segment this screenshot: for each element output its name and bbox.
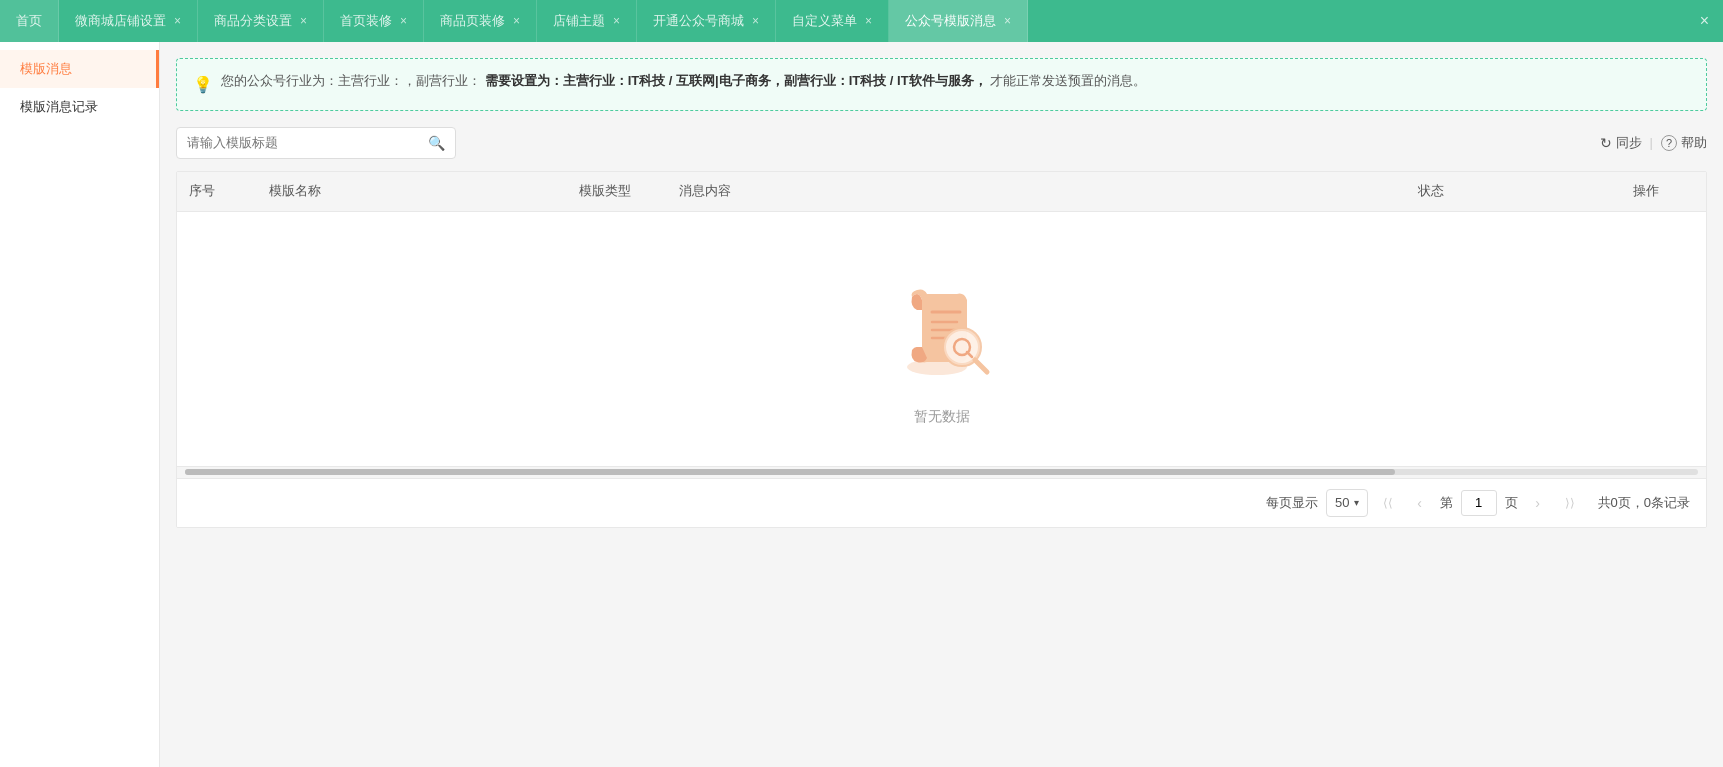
- page-size-value: 50: [1335, 495, 1349, 510]
- last-page-button[interactable]: ⟩⟩: [1558, 491, 1582, 515]
- page-size-select[interactable]: 50 ▾: [1326, 489, 1367, 517]
- close-all-button[interactable]: ×: [1686, 0, 1723, 42]
- sidebar: 模版消息 模版消息记录: [0, 42, 160, 767]
- top-nav: 首页 微商城店铺设置 × 商品分类设置 × 首页装修 × 商品页装修 × 店铺主…: [0, 0, 1723, 42]
- nav-tab-open-mall[interactable]: 开通公众号商城 ×: [637, 0, 776, 42]
- notice-banner: 💡 您的公众号行业为：主营行业：，副营行业： 需要设置为：主营行业：IT科技 /…: [176, 58, 1707, 111]
- main-layout: 模版消息 模版消息记录 💡 您的公众号行业为：主营行业：，副营行业： 需要设置为…: [0, 42, 1723, 767]
- svg-line-7: [975, 360, 987, 372]
- next-page-button[interactable]: ›: [1526, 491, 1550, 515]
- nav-tab-home[interactable]: 首页: [0, 0, 59, 42]
- notice-text: 您的公众号行业为：主营行业：，副营行业： 需要设置为：主营行业：IT科技 / 互…: [221, 71, 1146, 92]
- close-open-mall[interactable]: ×: [752, 15, 759, 27]
- search-input[interactable]: [187, 135, 428, 150]
- search-bar: 🔍 ↻ 同步 | ? 帮助: [176, 127, 1707, 159]
- th-status: 状态: [1406, 182, 1586, 200]
- scrollbar-area[interactable]: [177, 466, 1706, 478]
- close-store-setting[interactable]: ×: [174, 15, 181, 27]
- th-content: 消息内容: [667, 182, 1406, 200]
- pagination: 每页显示 50 ▾ ⟨⟨ ‹ 第 页 › ⟩⟩ 共0页，0条记录: [177, 478, 1706, 527]
- close-home-decoration[interactable]: ×: [400, 15, 407, 27]
- close-custom-menu[interactable]: ×: [865, 15, 872, 27]
- nav-tab-custom-menu[interactable]: 自定义菜单 ×: [776, 0, 889, 42]
- th-name: 模版名称: [257, 182, 567, 200]
- help-button[interactable]: ? 帮助: [1661, 134, 1707, 152]
- sync-icon: ↻: [1600, 135, 1612, 151]
- sidebar-item-template-msg[interactable]: 模版消息: [0, 50, 159, 88]
- nav-tab-category-setting[interactable]: 商品分类设置 ×: [198, 0, 324, 42]
- th-action: 操作: [1586, 182, 1706, 200]
- empty-state: 暂无数据: [177, 212, 1706, 466]
- page-size-label: 每页显示: [1266, 494, 1318, 512]
- nav-tab-shop-theme[interactable]: 店铺主题 ×: [537, 0, 637, 42]
- th-seq: 序号: [177, 182, 257, 200]
- help-icon: ?: [1661, 135, 1677, 151]
- total-info: 共0页，0条记录: [1598, 494, 1690, 512]
- close-product-decoration[interactable]: ×: [513, 15, 520, 27]
- page-unit: 页: [1505, 494, 1518, 512]
- empty-text: 暂无数据: [914, 408, 970, 426]
- chevron-down-icon: ▾: [1354, 497, 1359, 508]
- content-area: 💡 您的公众号行业为：主营行业：，副营行业： 需要设置为：主营行业：IT科技 /…: [160, 42, 1723, 767]
- close-category-setting[interactable]: ×: [300, 15, 307, 27]
- close-template-msg[interactable]: ×: [1004, 15, 1011, 27]
- toolbar-divider: |: [1650, 135, 1653, 150]
- bulb-icon: 💡: [193, 72, 213, 98]
- empty-icon: [882, 272, 1002, 392]
- table-header: 序号 模版名称 模版类型 消息内容 状态 操作: [177, 172, 1706, 212]
- page-prefix: 第: [1440, 494, 1453, 512]
- sidebar-item-template-msg-log[interactable]: 模版消息记录: [0, 88, 159, 126]
- table-container: 序号 模版名称 模版类型 消息内容 状态 操作: [176, 171, 1707, 528]
- prev-page-button[interactable]: ‹: [1408, 491, 1432, 515]
- nav-tab-home-decoration[interactable]: 首页装修 ×: [324, 0, 424, 42]
- search-input-wrap: 🔍: [176, 127, 456, 159]
- sync-button[interactable]: ↻ 同步: [1600, 134, 1642, 152]
- scrollbar-track[interactable]: [185, 469, 1698, 475]
- scrollbar-thumb[interactable]: [185, 469, 1395, 475]
- current-page-input[interactable]: [1461, 490, 1497, 516]
- nav-tab-store-setting[interactable]: 微商城店铺设置 ×: [59, 0, 198, 42]
- nav-tab-template-msg[interactable]: 公众号模版消息 ×: [889, 0, 1028, 42]
- first-page-button[interactable]: ⟨⟨: [1376, 491, 1400, 515]
- th-type: 模版类型: [567, 182, 667, 200]
- search-icon[interactable]: 🔍: [428, 135, 445, 151]
- nav-tab-product-decoration[interactable]: 商品页装修 ×: [424, 0, 537, 42]
- close-shop-theme[interactable]: ×: [613, 15, 620, 27]
- toolbar-right: ↻ 同步 | ? 帮助: [1600, 134, 1707, 152]
